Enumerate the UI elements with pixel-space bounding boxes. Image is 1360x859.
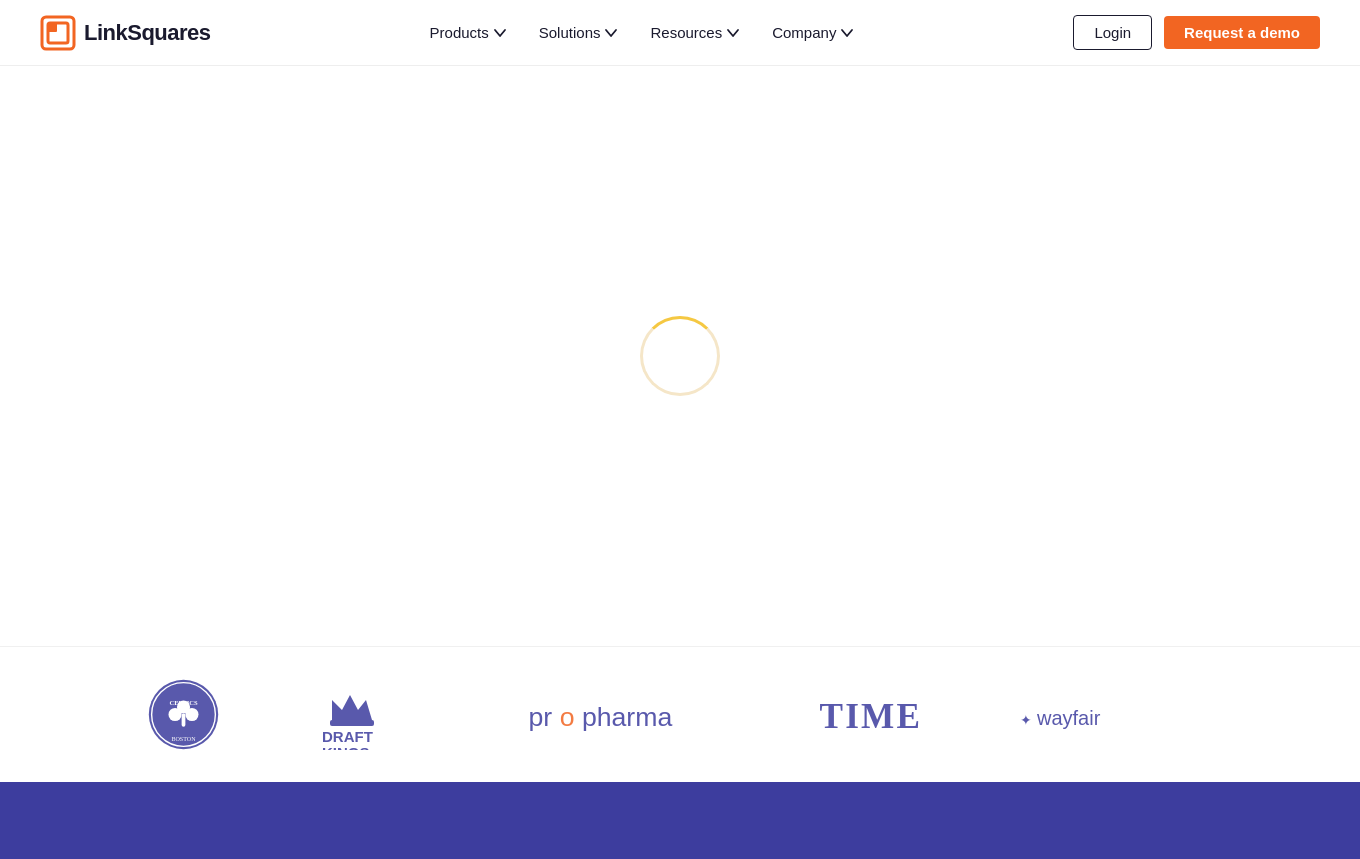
svg-text:BOSTON: BOSTON (171, 736, 196, 742)
svg-point-7 (168, 708, 181, 721)
nav-links: Products Solutions Resources Company (418, 16, 867, 49)
client-logos-section: CELTICS BOSTON DRAFT KINGS (0, 646, 1360, 782)
main-content (0, 66, 1360, 646)
login-button[interactable]: Login (1073, 15, 1152, 50)
celtics-logo-svg: CELTICS BOSTON (146, 677, 221, 752)
wayfair-logo-svg: ✦ wayfair (1015, 692, 1215, 737)
svg-text:wayfair: wayfair (1036, 707, 1101, 729)
client-logo-propharma: pr o pharma (523, 692, 723, 737)
svg-text:✦: ✦ (1020, 712, 1032, 728)
loading-spinner-container (640, 316, 720, 396)
chevron-down-icon (493, 26, 507, 40)
draftkings-logo-svg: DRAFT KINGS (312, 680, 432, 750)
logo-text: LinkSquares (84, 20, 211, 46)
footer-bar (0, 782, 1360, 859)
logo[interactable]: LinkSquares (40, 15, 211, 51)
svg-rect-9 (181, 714, 185, 727)
svg-text:pr
        o
        pharma: pr o pharma (528, 702, 672, 732)
client-logo-celtics: CELTICS BOSTON (146, 677, 221, 752)
client-logo-draftkings: DRAFT KINGS (312, 680, 432, 750)
chevron-down-icon (604, 26, 618, 40)
loading-spinner (640, 316, 720, 396)
nav-solutions[interactable]: Solutions (527, 16, 631, 49)
svg-rect-2 (48, 23, 57, 32)
time-logo-svg: TIME (814, 692, 924, 737)
svg-point-8 (185, 708, 198, 721)
svg-text:KINGS: KINGS (322, 744, 370, 750)
nav-company[interactable]: Company (760, 16, 866, 49)
chevron-down-icon (726, 26, 740, 40)
request-demo-button[interactable]: Request a demo (1164, 16, 1320, 49)
propharma-logo-svg: pr o pharma (523, 692, 723, 737)
logo-icon (40, 15, 76, 51)
svg-text:DRAFT: DRAFT (322, 728, 373, 745)
main-nav: LinkSquares Products Solutions Resources… (0, 0, 1360, 66)
nav-resources[interactable]: Resources (638, 16, 752, 49)
client-logo-time: TIME (814, 692, 924, 737)
chevron-down-icon (840, 26, 854, 40)
svg-text:TIME: TIME (819, 697, 922, 736)
nav-products[interactable]: Products (418, 16, 519, 49)
nav-actions: Login Request a demo (1073, 15, 1320, 50)
client-logo-wayfair: ✦ wayfair (1015, 692, 1215, 737)
svg-rect-11 (330, 720, 374, 726)
